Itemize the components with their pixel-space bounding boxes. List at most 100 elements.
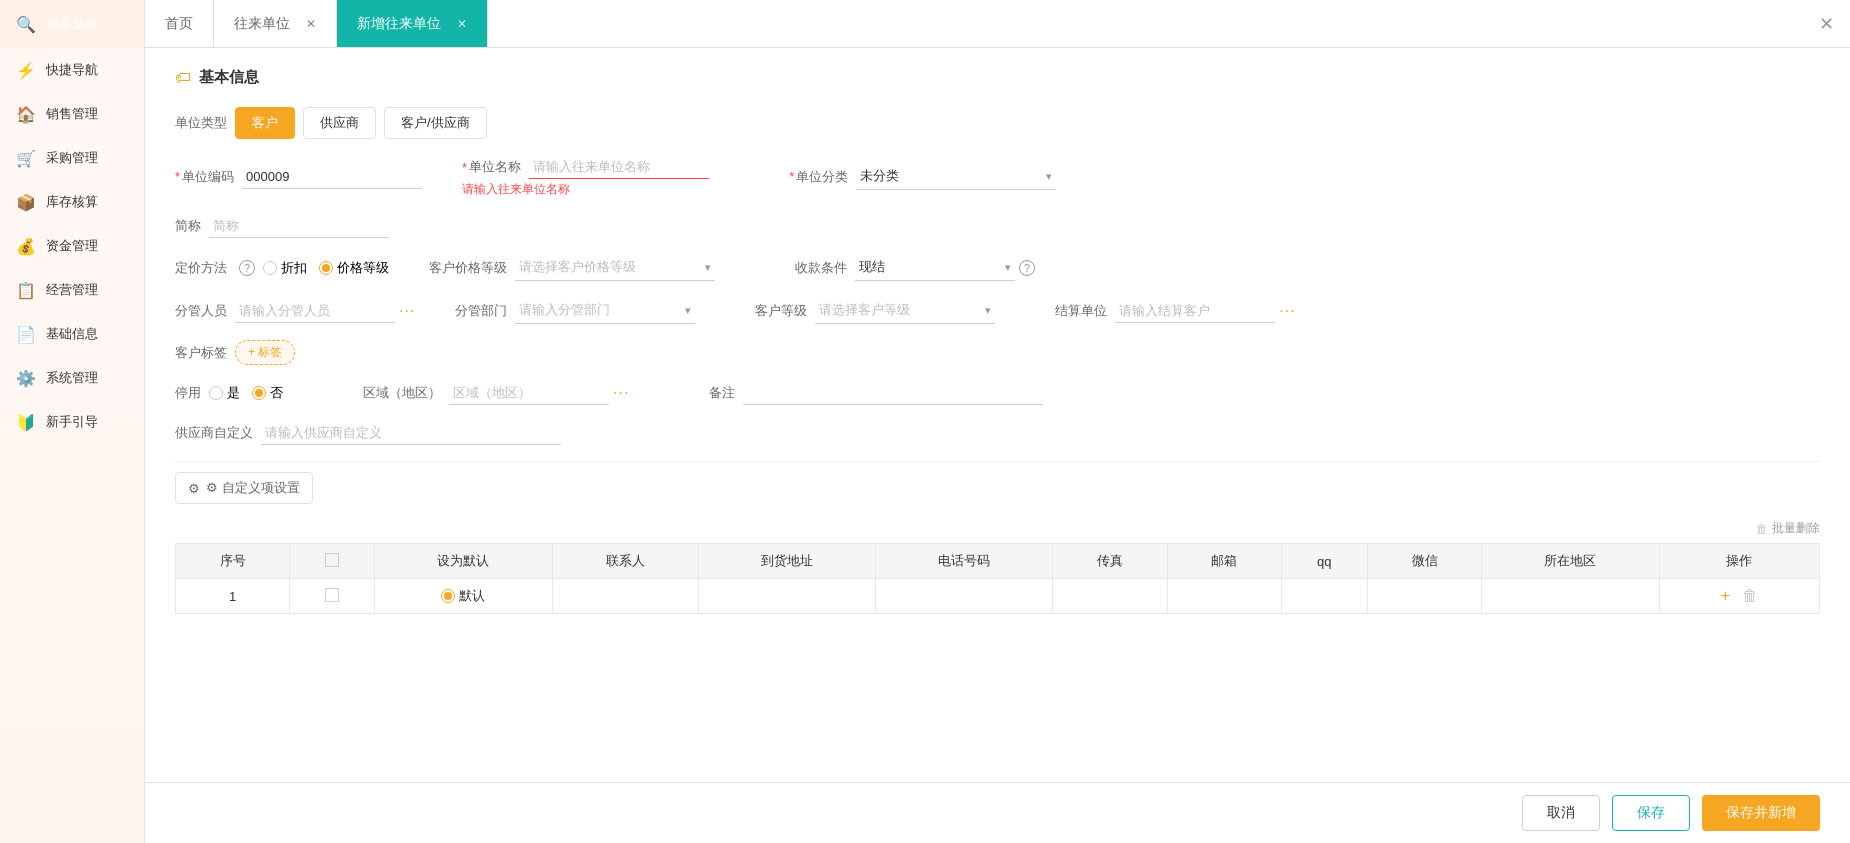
department-select[interactable]: 请输入分管部门 ▾ (515, 297, 695, 324)
close-tab-new-partner[interactable]: ✕ (457, 17, 467, 31)
table-header-row: 序号 设为默认 联系人 到货地址 电话号码 传真 邮箱 qq 微信 所在地区 操… (176, 544, 1820, 579)
sidebar-item-operation[interactable]: 📋 经营管理 (0, 268, 144, 312)
sidebar-label-quick-nav: 快捷导航 (46, 61, 98, 79)
unit-type-group: 客户 供应商 客户/供应商 (235, 107, 487, 139)
footer: 取消 保存 保存并新增 (145, 782, 1850, 843)
pricing-method-label: 定价方法 (175, 259, 227, 277)
cell-fax (1053, 579, 1167, 614)
payment-condition-select[interactable]: 现结 ▾ (855, 254, 1015, 281)
radio-yes[interactable]: 是 (209, 384, 240, 402)
pricing-row: 定价方法 ? 折扣 价格等级 客户价格等级 请选择客户价格等级 (175, 254, 1820, 281)
btn-supplier[interactable]: 供应商 (303, 107, 376, 139)
th-qq: qq (1281, 544, 1367, 579)
tab-new-partner[interactable]: 新增往来单位 ✕ (337, 0, 488, 47)
supplier-custom-label: 供应商自定义 (175, 424, 253, 442)
sidebar-item-purchase[interactable]: 🛒 采购管理 (0, 136, 144, 180)
sidebar-item-finance[interactable]: 💰 资金管理 (0, 224, 144, 268)
delete-row-button[interactable]: 🗑 (1742, 587, 1758, 604)
close-tab-partner[interactable]: ✕ (306, 17, 316, 31)
customer-level-field: 客户等级 请选择客户等级 ▾ (755, 297, 995, 324)
department-field: 分管部门 请输入分管部门 ▾ (455, 297, 695, 324)
short-name-row: 简称 (175, 214, 1820, 238)
th-email: 邮箱 (1167, 544, 1281, 579)
region-input[interactable] (449, 381, 609, 405)
cell-phone (875, 579, 1052, 614)
btn-both[interactable]: 客户/供应商 (384, 107, 487, 139)
sidebar-item-quick-nav[interactable]: ⚡ 快捷导航 (0, 48, 144, 92)
th-region: 所在地区 (1482, 544, 1659, 579)
unit-category-select[interactable]: 未分类 ▾ (856, 163, 1056, 190)
settlement-unit-input[interactable] (1115, 299, 1275, 323)
sidebar-item-system[interactable]: ⚙️ 系统管理 (0, 356, 144, 400)
th-phone: 电话号码 (875, 544, 1052, 579)
th-action: 操作 (1659, 544, 1819, 579)
th-default: 设为默认 (375, 544, 552, 579)
radio-no-circle (252, 386, 266, 400)
save-button[interactable]: 保存 (1612, 795, 1690, 831)
batch-delete-label[interactable]: 批量删除 (1772, 520, 1820, 537)
cart-icon: 🛒 (16, 148, 36, 168)
payment-condition-field: 收款条件 现结 ▾ ? (795, 254, 1035, 281)
customer-tag-label: 客户标签 (175, 344, 227, 362)
unit-code-input[interactable] (242, 165, 422, 189)
customer-level-placeholder: 请选择客户等级 (819, 301, 985, 319)
pricing-method-field: 定价方法 ? 折扣 价格等级 (175, 259, 389, 277)
customer-level-select[interactable]: 请选择客户等级 ▾ (815, 297, 995, 324)
money-icon: 💰 (16, 236, 36, 256)
pricing-help-icon[interactable]: ? (239, 260, 255, 276)
select-all-checkbox[interactable] (325, 553, 339, 567)
unit-category-label: 单位分类 (796, 168, 848, 186)
radio-no[interactable]: 否 (252, 384, 283, 402)
manager-more-icon[interactable]: ··· (399, 302, 415, 320)
sidebar-item-inventory[interactable]: 📦 库存核算 (0, 180, 144, 224)
th-fax: 传真 (1053, 544, 1167, 579)
manager-field: 分管人员 ··· (175, 299, 415, 323)
tab-home[interactable]: 首页 (145, 0, 214, 47)
trash-icon: 🗑 (1756, 522, 1768, 536)
cell-checkbox (290, 579, 375, 614)
customer-price-level-select[interactable]: 请选择客户价格等级 ▾ (515, 254, 715, 281)
page-content: 🏷 基本信息 单位类型 客户 供应商 客户/供应商 * 单位编码 (145, 48, 1850, 782)
radio-discount[interactable]: 折扣 (263, 259, 307, 277)
tab-partner[interactable]: 往来单位 ✕ (214, 0, 337, 47)
row-default-radio[interactable]: 默认 (385, 587, 541, 605)
table-head: 序号 设为默认 联系人 到货地址 电话号码 传真 邮箱 qq 微信 所在地区 操… (176, 544, 1820, 579)
short-name-input[interactable] (209, 214, 389, 238)
unit-type-row: 单位类型 客户 供应商 客户/供应商 (175, 107, 1820, 139)
radio-discount-circle (263, 261, 277, 275)
chevron-down-icon: ▾ (1046, 170, 1052, 183)
row-checkbox[interactable] (325, 588, 339, 602)
add-tag-button[interactable]: + 标签 (235, 340, 295, 365)
unit-code-field: * 单位编码 (175, 165, 422, 189)
add-row-button[interactable]: + (1721, 587, 1730, 604)
supplier-custom-field: 供应商自定义 (175, 421, 561, 445)
remark-field: 备注 (709, 381, 1043, 405)
payment-help-icon[interactable]: ? (1019, 260, 1035, 276)
custom-settings-button[interactable]: ⚙ ⚙ 自定义项设置 (175, 472, 313, 504)
row-default-label: 默认 (459, 587, 485, 605)
disabled-label: 停用 (175, 384, 201, 402)
unit-type-field: 单位类型 客户 供应商 客户/供应商 (175, 107, 487, 139)
radio-yes-circle (209, 386, 223, 400)
sidebar-item-sales[interactable]: 🏠 销售管理 (0, 92, 144, 136)
section-basic-info: 🏷 基本信息 (175, 68, 1820, 87)
code-name-category-row: * 单位编码 * 单位名称 请输入往来单位名称 * 单位分类 未分类 ▾ (175, 155, 1820, 198)
sidebar-item-guide[interactable]: 🔰 新手引导 (0, 400, 144, 444)
cancel-button[interactable]: 取消 (1522, 795, 1600, 831)
sidebar-item-search[interactable]: 🔍 搜索菜单 (0, 0, 144, 48)
manager-input[interactable] (235, 299, 395, 323)
sidebar-label-basic: 基础信息 (46, 325, 98, 343)
unit-name-field: * 单位名称 请输入往来单位名称 (462, 155, 709, 198)
disabled-field: 停用 是 否 (175, 384, 283, 402)
settlement-unit-more-icon[interactable]: ··· (1279, 302, 1295, 320)
save-and-new-button[interactable]: 保存并新增 (1702, 795, 1820, 831)
btn-customer[interactable]: 客户 (235, 107, 295, 139)
sidebar-item-basic[interactable]: 📄 基础信息 (0, 312, 144, 356)
remark-input[interactable] (743, 381, 1043, 405)
payment-condition-value: 现结 (859, 258, 1005, 276)
radio-price-level[interactable]: 价格等级 (319, 259, 389, 277)
supplier-custom-input[interactable] (261, 421, 561, 445)
unit-name-input[interactable] (529, 155, 709, 179)
close-all-tabs[interactable]: ✕ (1803, 13, 1850, 35)
region-more-icon[interactable]: ··· (613, 384, 629, 402)
